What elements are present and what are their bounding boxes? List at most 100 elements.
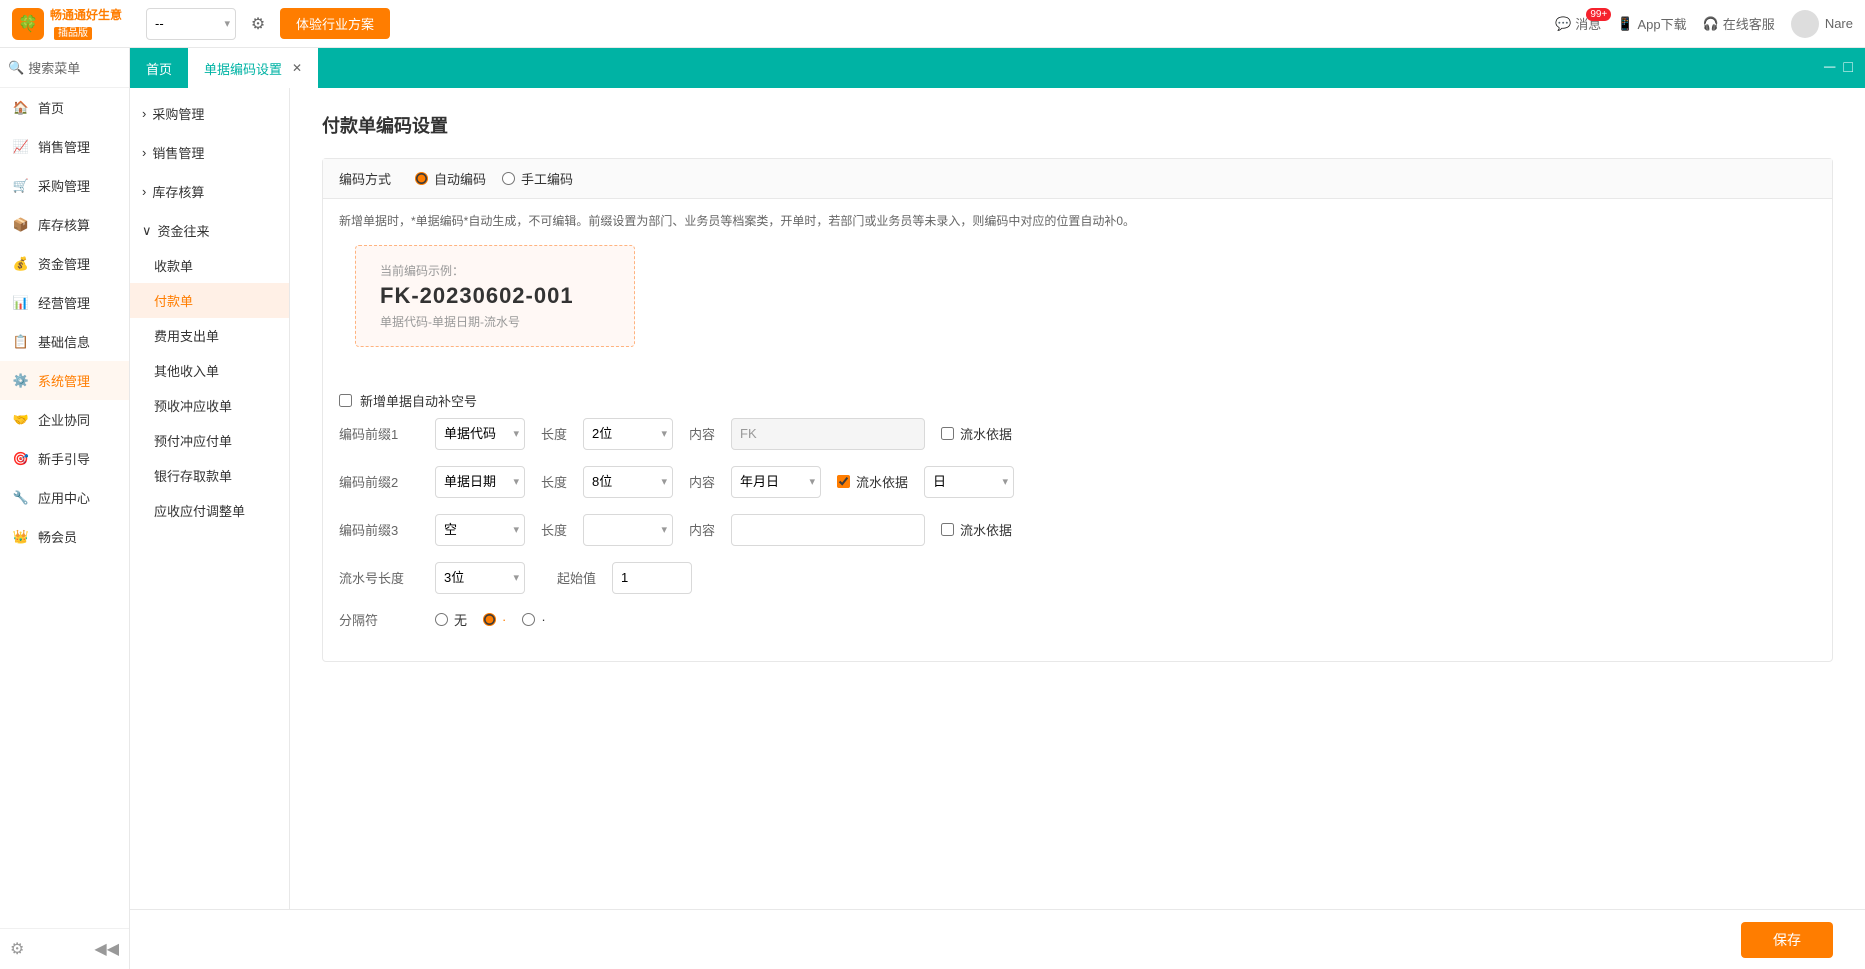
sep-radio-dot2[interactable]: · [522,612,545,627]
sub-menu-item-bank[interactable]: 银行存取款单 [130,458,289,493]
length2-select-wrapper[interactable]: 8位 [583,466,673,498]
download-icon: 📱 [1617,16,1633,32]
radio-manual[interactable]: 手工编码 [502,169,573,188]
sidebar-item-purchase[interactable]: 🛒 采购管理 [0,166,129,205]
code-preview-wrapper: 当前编码示例： FK-20230602-001 单据代码-单据日期-流水号 [323,245,1832,383]
user-info[interactable]: Nare [1791,10,1853,38]
prefix1-select[interactable]: 单据代码 [435,418,525,450]
prefix3-select-wrapper[interactable]: 空 [435,514,525,546]
length1-select-wrapper[interactable]: 2位 [583,418,673,450]
sep-radio-dot1[interactable]: · [483,612,506,627]
home-icon: 🏠 [12,99,30,117]
length2-select[interactable]: 8位 [583,466,673,498]
prefix3-select[interactable]: 空 [435,514,525,546]
tab-close-icon[interactable]: ✕ [292,61,302,75]
sidebar-item-apps[interactable]: 🔧 应用中心 [0,478,129,517]
sep-radio-none[interactable]: 无 [435,610,467,629]
inventory-icon: 📦 [12,216,30,234]
sub-menu-item-payment[interactable]: 付款单 [130,283,289,318]
tab-encode-settings[interactable]: 单据编码设置 ✕ [188,48,318,88]
save-button[interactable]: 保存 [1741,922,1833,958]
chevron-right-icon: › [142,106,146,121]
nav-dropdown[interactable]: -- [146,8,236,40]
sidebar-item-finance[interactable]: 💰 资金管理 [0,244,129,283]
liushui2-checkbox-label[interactable]: 流水依据 [837,472,908,491]
sidebar-item-sales[interactable]: 📈 销售管理 [0,127,129,166]
sidebar-item-enterprise[interactable]: 🤝 企业协同 [0,400,129,439]
sub-menu-group-fund: ∨ 资金往来 收款单 付款单 费用支出单 其他收入单 预收冲应收单 预付冲应付单… [130,213,289,528]
liushui2-checkbox[interactable] [837,475,850,488]
sidebar-item-guide[interactable]: 🎯 新手引导 [0,439,129,478]
sub-menu-item-adjust[interactable]: 应收应付调整单 [130,493,289,528]
service-icon: 🎧 [1703,16,1719,32]
form-row-3: 编码前缀3 空 长度 [339,514,1816,546]
sub-menu-sales-title[interactable]: › 销售管理 [130,135,289,170]
enterprise-icon: 🤝 [12,411,30,429]
app-download-button[interactable]: 📱 App下载 [1617,14,1686,33]
page-title: 付款单编码设置 [322,112,1833,138]
search-icon: 🔍 [8,60,24,76]
sidebar-item-member[interactable]: 👑 畅会员 [0,517,129,556]
sub-menu-item-receipt[interactable]: 收款单 [130,248,289,283]
settings-footer-icon[interactable]: ⚙ [10,939,24,959]
liushui2-unit-wrapper[interactable]: 日 [924,466,1014,498]
prefix1-select-wrapper[interactable]: 单据代码 [435,418,525,450]
content2-select-wrapper[interactable]: 年月日 [731,466,821,498]
settings-icon[interactable]: ⚙ [244,10,272,38]
message-button[interactable]: 💬 消息 99+ [1555,14,1601,33]
liushui1-checkbox[interactable] [941,427,954,440]
sidebar-item-system[interactable]: ⚙️ 系统管理 [0,361,129,400]
sub-menu-item-other-income[interactable]: 其他收入单 [130,353,289,388]
auto-fill-checkbox[interactable] [339,394,352,407]
liushui3-checkbox-label[interactable]: 流水依据 [941,520,1012,539]
member-icon: 👑 [12,528,30,546]
chevron-right-icon3: › [142,184,146,199]
length1-select[interactable]: 2位 [583,418,673,450]
trial-button[interactable]: 体验行业方案 [280,8,390,39]
liushui1-checkbox-label[interactable]: 流水依据 [941,424,1012,443]
sidebar-item-home[interactable]: 🏠 首页 [0,88,129,127]
radio-auto[interactable]: 自动编码 [415,169,486,188]
sub-menu-fund-title[interactable]: ∨ 资金往来 [130,213,289,248]
finance-icon: 💰 [12,255,30,273]
serial-length-select-wrapper[interactable]: 3位 [435,562,525,594]
liushui3-checkbox[interactable] [941,523,954,536]
sidebar-search[interactable]: 🔍 搜索菜单 [0,48,129,88]
length3-select-wrapper[interactable] [583,514,673,546]
code-preview-value: FK-20230602-001 [380,283,610,309]
start-value-input[interactable] [612,562,692,594]
header-nav: -- ⚙ 体验行业方案 [146,8,390,40]
footer-bar: 保存 [130,909,1865,969]
sidebar-item-inventory[interactable]: 📦 库存核算 [0,205,129,244]
top-header: 🍀 畅通通好生意 插品版 -- ⚙ 体验行业方案 💬 消息 99+ 📱 App下… [0,0,1865,48]
length3-select[interactable] [583,514,673,546]
basic-icon: 📋 [12,333,30,351]
operation-icon: 📊 [12,294,30,312]
serial-length-select[interactable]: 3位 [435,562,525,594]
prefix2-select[interactable]: 单据日期 [435,466,525,498]
chevron-right-icon2: › [142,145,146,160]
sidebar-item-operation[interactable]: 📊 经营管理 [0,283,129,322]
prefix2-select-wrapper[interactable]: 单据日期 [435,466,525,498]
sub-menu-inventory-title[interactable]: › 库存核算 [130,174,289,209]
tab-home[interactable]: 首页 [130,48,188,88]
sidebar-item-basic[interactable]: 📋 基础信息 [0,322,129,361]
content3-input[interactable] [731,514,925,546]
sub-menu-item-pre-payment[interactable]: 预付冲应付单 [130,423,289,458]
serial-row: 流水号长度 3位 起始值 [339,562,1816,594]
sub-menu-group-sales: › 销售管理 [130,135,289,170]
collapse-icon[interactable]: ◀◀ [94,939,119,959]
brand-icon: 🍀 [12,8,44,40]
maximize-icon[interactable]: □ [1843,59,1853,77]
sub-menu-item-pre-receipt[interactable]: 预收冲应收单 [130,388,289,423]
minimize-icon[interactable]: ─ [1824,59,1835,77]
code-preview: 当前编码示例： FK-20230602-001 单据代码-单据日期-流水号 [355,245,635,347]
header-left: 🍀 畅通通好生意 插品版 -- ⚙ 体验行业方案 [12,8,390,40]
message-icon: 💬 [1555,16,1571,32]
sub-menu-item-expense[interactable]: 费用支出单 [130,318,289,353]
liushui2-unit-select[interactable]: 日 [924,466,1014,498]
sub-menu-purchase-title[interactable]: › 采购管理 [130,96,289,131]
content2-select[interactable]: 年月日 [731,466,821,498]
encode-method-section: 编码方式 自动编码 手工编码 [322,158,1833,662]
online-service-button[interactable]: 🎧 在线客服 [1703,14,1775,33]
